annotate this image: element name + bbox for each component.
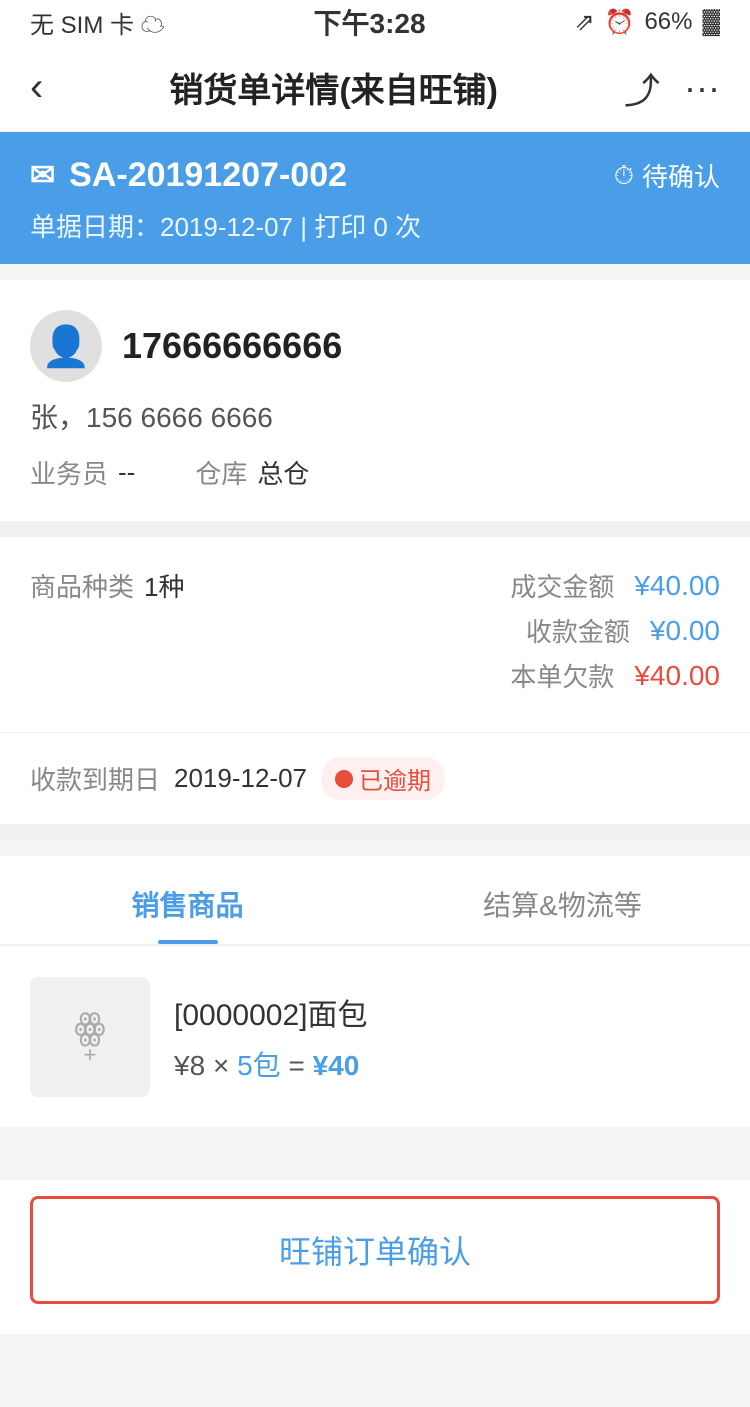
inbox-icon: ✉ (30, 158, 55, 193)
product-thumbnail: ꙮ + (30, 977, 150, 1097)
product-calc: ¥8 × 5包 = ¥40 (174, 1044, 720, 1084)
owed-row: 本单欠款 ¥40.00 (510, 657, 720, 694)
order-status: ⏱ 待确认 (614, 157, 720, 194)
battery-label: 66% (644, 8, 692, 36)
tabs-section: 销售商品 结算&物流等 (0, 856, 750, 945)
owed-value: ¥40.00 (634, 660, 720, 692)
amount-label: 成交金额 (510, 567, 614, 604)
salesperson-label: 业务员 (30, 454, 108, 491)
status-right: ⇗ ⏰ 66% ▓ (574, 8, 720, 37)
summary-left: 商品种类 1种 (30, 567, 184, 604)
product-price: ¥8 (174, 1050, 205, 1081)
status-bar: 无 SIM 卡 ☁ 下午3:28 ⇗ ⏰ 66% ▓ (0, 0, 750, 44)
customer-phone: 17666666666 (122, 325, 342, 367)
confirm-order-button[interactable]: 旺铺订单确认 (30, 1196, 720, 1304)
status-left: 无 SIM 卡 ☁ (30, 5, 165, 40)
avatar: 👤 (30, 310, 102, 382)
user-icon: 👤 (41, 323, 91, 370)
customer-meta: 业务员 -- 仓库 总仓 (30, 454, 720, 491)
clock-icon: ⏱ (614, 160, 634, 192)
status-time: 下午3:28 (314, 2, 426, 42)
customer-section: 👤 17666666666 张，156 6666 6666 业务员 -- 仓库 … (0, 280, 750, 521)
product-total: ¥40 (313, 1050, 360, 1081)
tab-sales-products[interactable]: 销售商品 (0, 856, 375, 944)
due-date: 2019-12-07 (174, 763, 307, 794)
more-icon[interactable]: ··· (684, 67, 720, 109)
alarm-icon: ⏰ (605, 8, 635, 37)
divider-2 (0, 824, 750, 840)
amount-row: 成交金额 ¥40.00 (510, 567, 720, 604)
overdue-badge: 已逾期 (321, 757, 445, 800)
product-kind-row: 商品种类 1种 (30, 567, 184, 604)
banner-date: 单据日期：2019-12-07 | 打印 0 次 (30, 207, 720, 244)
multiply-sign: × (213, 1050, 237, 1081)
received-value: ¥0.00 (650, 615, 720, 647)
share-icon[interactable]: ⤴ (624, 62, 660, 114)
owed-label: 本单欠款 (510, 657, 614, 694)
warehouse-label: 仓库 (195, 454, 247, 491)
due-label: 收款到期日 (30, 760, 160, 797)
warehouse-value: 总仓 (257, 454, 309, 491)
summary-section: 商品种类 1种 成交金额 ¥40.00 收款金额 ¥0.00 本单欠款 ¥40.… (0, 537, 750, 732)
summary-right: 成交金额 ¥40.00 收款金额 ¥0.00 本单欠款 ¥40.00 (510, 567, 720, 702)
location-icon: ⇗ (574, 8, 594, 37)
tabs-row: 销售商品 结算&物流等 (0, 856, 750, 944)
received-label: 收款金额 (526, 612, 630, 649)
product-item: ꙮ + [0000002]面包 ¥8 × 5包 = ¥40 (30, 977, 720, 1097)
overdue-dot-icon (335, 770, 353, 788)
overdue-text: 已逾期 (359, 761, 431, 796)
product-info: [0000002]面包 ¥8 × 5包 = ¥40 (174, 990, 720, 1084)
page-title: 销货单详情(来自旺铺) (169, 63, 498, 112)
tab-settlement-logistics[interactable]: 结算&物流等 (375, 856, 750, 944)
product-section: ꙮ + [0000002]面包 ¥8 × 5包 = ¥40 (0, 947, 750, 1127)
header-banner: ✉ SA-20191207-002 ⏱ 待确认 单据日期：2019-12-07 … (0, 132, 750, 264)
sim-label: 无 SIM 卡 ☁ (30, 5, 165, 40)
equals-sign: = (288, 1050, 312, 1081)
kind-label: 商品种类 (30, 567, 134, 604)
nav-actions: ⤴ ··· (624, 62, 720, 114)
received-row: 收款金额 ¥0.00 (510, 612, 720, 649)
back-button[interactable]: ‹ (30, 65, 43, 110)
product-qty: 5包 (237, 1050, 281, 1081)
order-id: ✉ SA-20191207-002 (30, 156, 347, 195)
kind-value: 1种 (144, 567, 184, 604)
customer-name: 张，156 6666 6666 (30, 396, 720, 436)
nav-bar: ‹ 销货单详情(来自旺铺) ⤴ ··· (0, 44, 750, 132)
bottom-bar: 旺铺订单确认 (0, 1180, 750, 1334)
salesperson-value: -- (118, 457, 135, 488)
battery-icon: ▓ (702, 8, 720, 36)
due-section: 收款到期日 2019-12-07 已逾期 (0, 732, 750, 824)
amount-value: ¥40.00 (634, 570, 720, 602)
divider-1 (0, 521, 750, 537)
product-name: [0000002]面包 (174, 990, 720, 1034)
product-thumb-plus: + (84, 1042, 97, 1068)
